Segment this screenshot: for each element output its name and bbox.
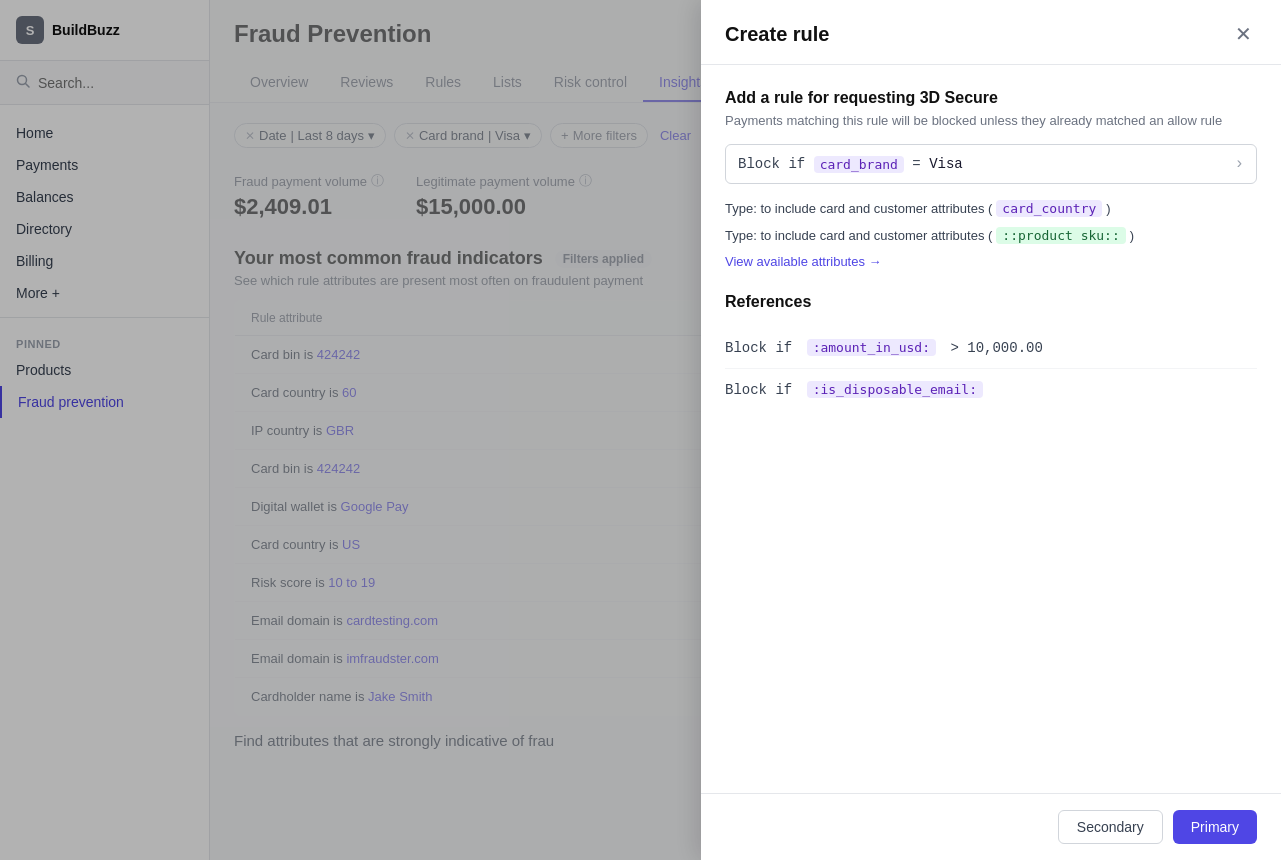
rule-equals: = bbox=[904, 156, 929, 172]
ref-keyword-2: Block if bbox=[725, 382, 801, 398]
rule-arrow-icon: › bbox=[1234, 155, 1244, 173]
create-rule-modal: Create rule ✕ Add a rule for requesting … bbox=[701, 0, 1281, 860]
references-title: References bbox=[725, 293, 1257, 311]
suggestion-suffix-2: ) bbox=[1130, 228, 1134, 243]
secondary-button[interactable]: Secondary bbox=[1058, 810, 1163, 844]
ref-suffix-1: > 10,000.00 bbox=[942, 340, 1043, 356]
modal-description: Payments matching this rule will be bloc… bbox=[725, 113, 1257, 128]
rule-keyword-block: Block if bbox=[738, 156, 814, 172]
suggestion-prefix-2: Type: to include card and customer attri… bbox=[725, 228, 992, 243]
amount-chip: :amount_in_usd: bbox=[807, 339, 936, 356]
card-brand-chip: card_brand bbox=[814, 156, 904, 173]
reference-item-1: Block if :amount_in_usd: > 10,000.00 bbox=[725, 327, 1257, 369]
disposable-email-chip: :is_disposable_email: bbox=[807, 381, 983, 398]
rule-value: Visa bbox=[929, 156, 963, 172]
modal-body: Add a rule for requesting 3D Secure Paym… bbox=[701, 65, 1281, 793]
view-attributes-link[interactable]: View available attributes → bbox=[725, 254, 1257, 269]
modal-header: Create rule ✕ bbox=[701, 0, 1281, 65]
attr-suggestion-1: Type: to include card and customer attri… bbox=[725, 200, 1257, 217]
references-section: References Block if :amount_in_usd: > 10… bbox=[725, 293, 1257, 410]
modal-title: Create rule bbox=[725, 23, 830, 46]
modal-close-button[interactable]: ✕ bbox=[1229, 20, 1257, 48]
primary-button[interactable]: Primary bbox=[1173, 810, 1257, 844]
modal-subtitle: Add a rule for requesting 3D Secure bbox=[725, 89, 1257, 107]
product-sku-chip[interactable]: ::product sku:: bbox=[996, 227, 1125, 244]
modal-footer: Secondary Primary bbox=[701, 793, 1281, 860]
suggestion-prefix: Type: to include card and customer attri… bbox=[725, 201, 992, 216]
modal-overlay: Create rule ✕ Add a rule for requesting … bbox=[0, 0, 1281, 860]
ref-keyword-1: Block if bbox=[725, 340, 801, 356]
card-country-chip[interactable]: card_country bbox=[996, 200, 1102, 217]
rule-input-box[interactable]: Block if card_brand = Visa › bbox=[725, 144, 1257, 184]
rule-prefix: Block if card_brand = Visa bbox=[738, 156, 963, 173]
reference-item-2: Block if :is_disposable_email: bbox=[725, 369, 1257, 410]
attr-suggestion-2: Type: to include card and customer attri… bbox=[725, 227, 1257, 244]
suggestion-suffix: ) bbox=[1106, 201, 1110, 216]
